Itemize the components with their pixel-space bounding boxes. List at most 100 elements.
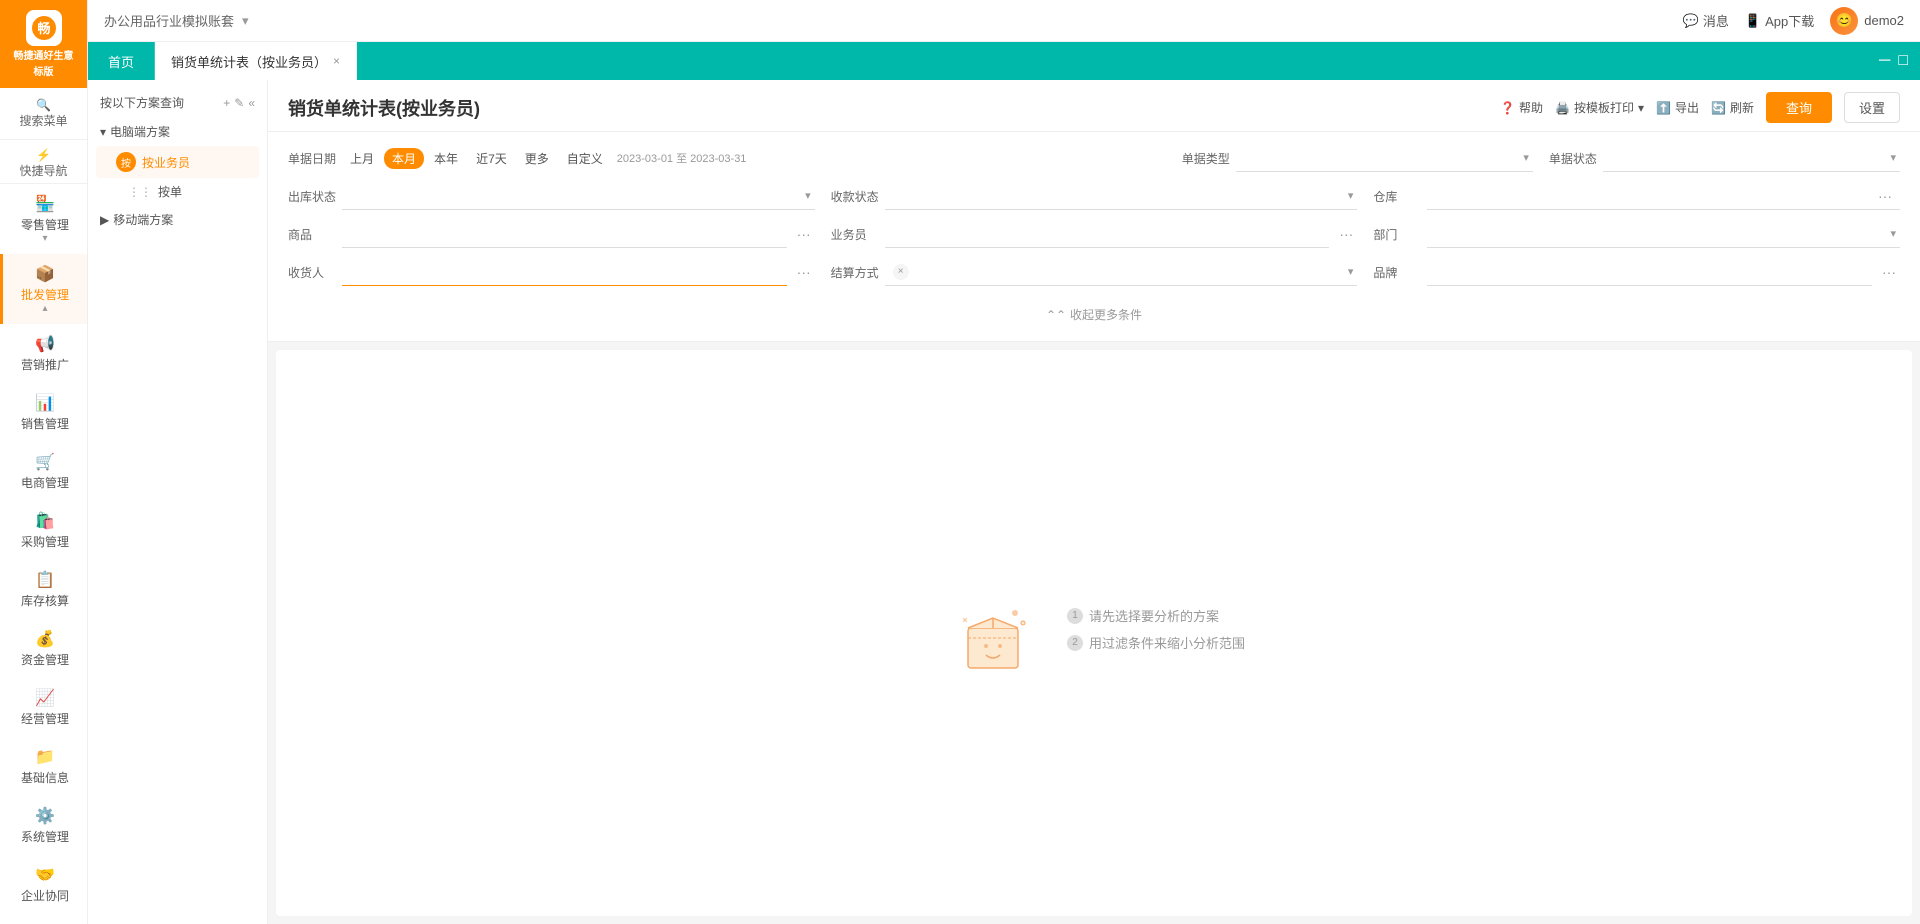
doc-type-label: 单据类型 (1182, 150, 1230, 167)
help-icon: ❓ (1500, 101, 1515, 115)
marketing-icon: 📢 (35, 334, 55, 354)
sidebar-item-finance[interactable]: 💰 资金管理 (0, 619, 87, 678)
tab-home-label: 首页 (108, 52, 134, 71)
tab-minimize-btn[interactable]: ─ (1879, 52, 1890, 70)
retail-arrow-icon: ▾ (42, 233, 47, 244)
product-name: 办公用品行业模拟账套 (104, 11, 234, 30)
left-panel-title: 按以下方案查询 + ✎ « (88, 88, 267, 117)
quick-nav-label: 快捷导航 (19, 162, 67, 179)
goods-input[interactable] (342, 220, 787, 248)
refresh-btn[interactable]: 🔄 刷新 (1711, 99, 1754, 116)
filter-form: 单据日期 上月 本月 本年 近7天 更多 自定义 2023-03-01 至 20… (268, 132, 1920, 342)
step-1-label: 请先选择要分析的方案 (1089, 606, 1219, 625)
user-name: demo2 (1864, 13, 1904, 28)
collapse-panel-icon[interactable]: « (248, 96, 255, 110)
retail-icon: 🏪 (35, 194, 55, 214)
sidebar-item-basic[interactable]: 📁 基础信息 (0, 737, 87, 796)
date-btn-this-year[interactable]: 本年 (426, 148, 466, 169)
tabbar: 首页 销货单统计表（按业务员） × ─ □ (88, 42, 1920, 80)
scheme-title-label: 按以下方案查询 (100, 94, 184, 111)
brand-input[interactable] (1427, 258, 1872, 286)
date-btn-more[interactable]: 更多 (517, 148, 557, 169)
tab-active[interactable]: 销货单统计表（按业务员） × (155, 42, 357, 80)
out-status-dropdown[interactable]: ▾ (342, 182, 815, 210)
search-menu-item[interactable]: 🔍 搜索菜单 (0, 88, 87, 140)
doc-status-dropdown[interactable]: ▾ (1603, 144, 1900, 172)
date-filter: 上月 本月 本年 近7天 更多 自定义 2023-03-01 至 2023-03… (342, 148, 746, 169)
app-subtitle: 标版 (34, 63, 54, 78)
help-btn[interactable]: ❓ 帮助 (1500, 99, 1543, 116)
date-range: 2023-03-01 至 2023-03-31 (617, 150, 747, 166)
refresh-label: 刷新 (1730, 99, 1754, 116)
sidebar-item-operation[interactable]: 📈 经营管理 (0, 678, 87, 737)
warehouse-dots-icon[interactable]: ··· (1874, 188, 1896, 204)
tab-home[interactable]: 首页 (88, 42, 155, 80)
step-2-num: 2 (1067, 635, 1083, 651)
product-dropdown-icon[interactable]: ▾ (242, 13, 249, 29)
app-download-btn[interactable]: 📱 App下载 (1745, 11, 1814, 30)
scheme-sub-item-order[interactable]: ⋮⋮ 按单 (96, 178, 259, 205)
settlement-clear-icon[interactable]: × (893, 264, 909, 280)
sidebar-item-marketing[interactable]: 📢 营销推广 (0, 324, 87, 383)
collect-status-dropdown[interactable]: ▾ (885, 182, 1358, 210)
sales-icon: 📊 (35, 393, 55, 413)
user-area[interactable]: 😊 demo2 (1830, 7, 1904, 35)
settings-button[interactable]: 设置 (1844, 92, 1900, 123)
salesman-input[interactable] (885, 220, 1330, 248)
date-btn-this-month[interactable]: 本月 (384, 148, 424, 169)
sidebar-item-purchase[interactable]: 🛍️ 采购管理 (0, 501, 87, 560)
receiver-input[interactable] (342, 258, 787, 286)
warehouse-field: 仓库 ··· (1373, 182, 1900, 210)
computer-scheme-header[interactable]: ▾ 电脑端方案 (96, 117, 259, 146)
mobile-scheme-arrow-icon: ▶ (100, 213, 109, 227)
settlement-chevron-icon: ▾ (1348, 265, 1354, 278)
tab-maximize-btn[interactable]: □ (1898, 52, 1908, 70)
sidebar-item-inventory[interactable]: 📋 库存核算 (0, 560, 87, 619)
dept-dropdown[interactable]: ▾ (1427, 220, 1900, 248)
basic-label: 基础信息 (21, 769, 69, 786)
print-btn[interactable]: 🖨️ 按模板打印 ▾ (1555, 99, 1644, 116)
doc-status-label: 单据状态 (1549, 150, 1597, 167)
out-status-label: 出库状态 (288, 188, 336, 205)
user-avatar: 😊 (1830, 7, 1858, 35)
logo-icon: 畅 (26, 10, 62, 46)
mobile-scheme-header[interactable]: ▶ 移动端方案 (96, 205, 259, 234)
brand-dots-icon[interactable]: ··· (1878, 264, 1900, 280)
collapse-filter-btn[interactable]: ⌃⌃ 收起更多条件 (1040, 300, 1148, 329)
export-btn[interactable]: ⬆️ 导出 (1656, 99, 1699, 116)
date-btn-custom[interactable]: 自定义 (559, 148, 611, 169)
salesman-dots-icon[interactable]: ··· (1335, 226, 1357, 242)
date-btn-last7[interactable]: 近7天 (468, 148, 515, 169)
goods-dots-icon[interactable]: ··· (793, 226, 815, 242)
warehouse-dropdown[interactable]: ··· (1427, 182, 1900, 210)
sidebar-item-sales[interactable]: 📊 销售管理 (0, 383, 87, 442)
out-status-chevron-icon: ▾ (805, 189, 811, 202)
sidebar-item-wholesale[interactable]: 📦 批发管理 ▴ (0, 254, 87, 324)
settlement-dropdown[interactable]: × ▾ (885, 258, 1358, 286)
message-btn[interactable]: 💬 消息 (1683, 11, 1729, 30)
sidebar-item-retail[interactable]: 🏪 零售管理 ▾ (0, 184, 87, 254)
marketing-label: 营销推广 (21, 356, 69, 373)
doc-type-dropdown[interactable]: ▾ (1236, 144, 1533, 172)
query-button[interactable]: 查询 (1766, 92, 1832, 123)
doc-type-field: 单据类型 ▾ (1182, 144, 1533, 172)
add-scheme-icon[interactable]: + (223, 96, 230, 110)
sidebar-item-system[interactable]: ⚙️ 系统管理 (0, 796, 87, 855)
scheme-item-salesman[interactable]: 按 按业务员 (96, 146, 259, 178)
empty-illustration (943, 583, 1043, 683)
topbar-left: 办公用品行业模拟账套 ▾ (104, 11, 249, 30)
quick-nav-item[interactable]: ⚡ 快捷导航 (0, 140, 87, 184)
collect-status-chevron-icon: ▾ (1348, 189, 1354, 202)
app-logo[interactable]: 畅 畅捷通好生意 标版 (0, 0, 88, 88)
page-header: 销货单统计表(按业务员) ❓ 帮助 🖨️ 按模板打印 ▾ ⬆️ (268, 80, 1920, 132)
tab-close-icon[interactable]: × (333, 54, 340, 68)
sidebar-item-ecommerce[interactable]: 🛒 电商管理 (0, 442, 87, 501)
date-btn-last-month[interactable]: 上月 (342, 148, 382, 169)
step-1-num: 1 (1067, 608, 1083, 624)
empty-step-1: 1 请先选择要分析的方案 (1067, 606, 1245, 625)
edit-scheme-icon[interactable]: ✎ (234, 96, 244, 110)
filter-row-2: 出库状态 ▾ 收款状态 ▾ 仓库 (288, 182, 1900, 210)
sidebar-item-guide[interactable]: 🎯 新手引导 (0, 914, 87, 924)
receiver-dots-icon[interactable]: ··· (793, 264, 815, 280)
sidebar-item-collab[interactable]: 🤝 企业协同 (0, 855, 87, 914)
